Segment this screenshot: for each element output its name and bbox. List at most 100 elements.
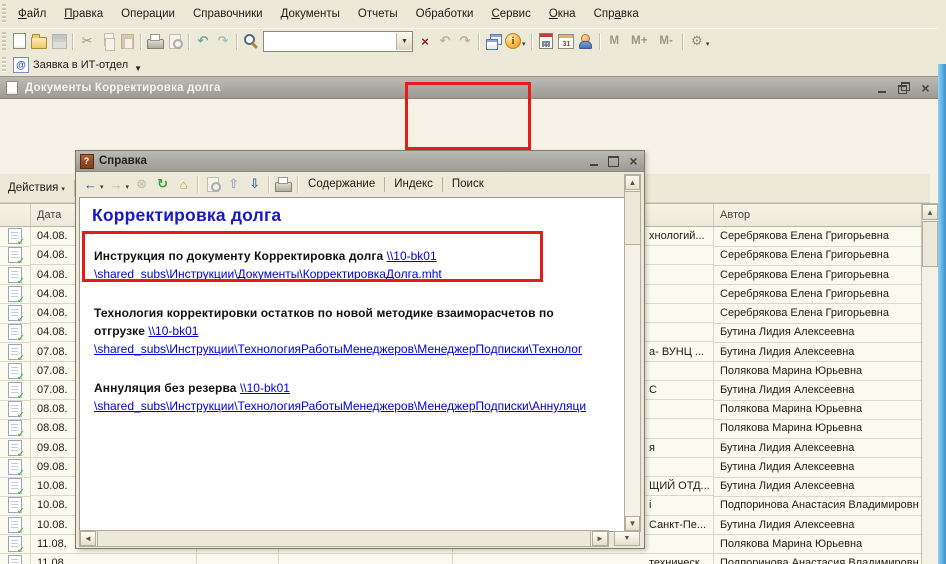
toolbar-grip[interactable] [2,57,6,73]
close-button[interactable] [917,80,934,95]
search-icon[interactable] [241,32,261,51]
window-edge [938,64,946,564]
help-entry-server-link[interactable]: \\10-bk01 [387,249,437,263]
refresh-icon[interactable]: ↻ [152,175,173,194]
restore-button[interactable] [895,80,912,95]
print-icon[interactable] [145,32,165,51]
prev-topic-icon[interactable]: ⇧ [223,175,244,194]
redo-icon[interactable]: ↷ [213,32,233,51]
separator [681,32,684,50]
undo-icon[interactable]: ↶ [193,32,213,51]
main-toolbar: ✂↶↷▼×↶↷▾MM+M-⚙▾ [0,28,938,54]
status-column-header[interactable] [0,204,31,226]
actions-button[interactable]: Действия ▾ [2,180,71,196]
menu-Правка[interactable]: Правка [55,5,112,23]
cut-icon[interactable]: ✂ [77,32,97,51]
clear-search-icon[interactable]: × [415,32,435,51]
scroll-right-icon[interactable]: ► [592,531,608,546]
paste-icon[interactable] [117,32,137,51]
menu-bar: Файл Правка Операции Справочники Документы От… [0,0,938,29]
minimize-button[interactable] [586,154,601,168]
table-vertical-scrollbar[interactable]: ▲ [921,204,938,564]
help-content: Корректировка долга Инструкция по докуме… [79,197,625,532]
column-header-author[interactable]: Автор [714,204,938,226]
cell-author: Подпоринова Анастасия Владимировн [714,495,938,517]
menu-Справка[interactable]: Справка [585,5,648,23]
help-entry-path-link[interactable]: \shared_subs\Инструкции\ТехнологияРаботы… [94,340,582,358]
calculator-icon[interactable] [536,32,556,51]
menu-Окна[interactable]: Окна [540,5,585,23]
user-permissions-icon[interactable] [576,32,596,51]
posted-doc-icon [8,478,25,496]
application-window: Файл Правка Операции Справочники Документы От… [0,0,946,564]
cell-author: Бутина Лидия Алексеевна [714,322,938,343]
dropdown-arrow-icon[interactable]: ▼ [396,32,412,50]
repeat-search-back-icon[interactable]: ↶ [435,32,455,51]
chevron-down-icon[interactable]: ▼ [134,64,142,73]
menu-Документы[interactable]: Документы [272,5,349,23]
tab-zayavka-it-otdel[interactable]: @ Заявка в ИТ-отдел ▼ [9,56,146,74]
toolbar-grip[interactable] [2,31,6,51]
scrollbar-thumb[interactable] [97,531,591,546]
help-entry-server-link[interactable]: \\10-bk01 [240,381,290,395]
next-topic-icon[interactable]: ⇩ [244,175,265,194]
calendar-icon[interactable] [556,32,576,51]
tab-label: Заявка в ИТ-отдел [33,59,129,71]
back-icon[interactable]: ← [80,175,101,194]
scrollbar-thumb[interactable] [625,191,640,245]
toolbar-grip[interactable] [2,4,6,24]
memory-subtract-button[interactable]: M- [653,33,678,49]
search-button[interactable]: Поиск [446,176,490,192]
help-vertical-scrollbar[interactable]: ▲ ▼ [624,174,641,532]
contents-button[interactable]: Содержание [302,176,381,192]
cell-author: Серебрякова Елена Григорьевна [714,226,938,247]
column-header-label: Дата [37,209,62,221]
posted-doc-icon [8,247,25,265]
help-horizontal-scrollbar[interactable]: ◄ ► [79,530,609,547]
scroll-up-icon[interactable]: ▲ [625,175,640,190]
memory-add-button[interactable]: M+ [625,33,653,49]
menu-Обработки[interactable]: Обработки [407,5,483,23]
cell-author: Бутина Лидия Алексеевна [714,476,938,497]
menu-Файл[interactable]: Файл [9,5,55,23]
repeat-search-icon[interactable]: ↷ [455,32,475,51]
copy-icon[interactable] [97,32,117,51]
index-button[interactable]: Индекс [388,176,439,192]
stop-icon[interactable]: ⊗ [131,175,152,194]
menu-Сервис[interactable]: Сервис [482,5,539,23]
scroll-down-icon[interactable]: ▼ [625,516,640,531]
help-entry-server-link[interactable]: \\10-bk01 [148,324,198,338]
save-icon[interactable] [49,32,69,51]
new-document-icon[interactable] [9,32,29,51]
doc-window-titlebar[interactable]: Документы Корректировка долга [0,77,938,99]
search-input[interactable] [264,32,396,50]
scrollbar-corner-button[interactable]: ▼ [614,531,640,546]
service-settings-icon[interactable]: ⚙ [687,32,707,51]
font-size-icon[interactable] [202,175,223,194]
home-icon[interactable]: ⌂ [173,175,194,194]
print-icon[interactable] [273,175,294,194]
memory-recall-button[interactable]: M [604,33,626,49]
help-entry-path-link[interactable]: \shared_subs\Инструкции\Документы\Коррек… [94,265,442,283]
table-row[interactable]: 11.08. техническ...Подпоринова Анастасия … [0,553,938,564]
menu-Справочники[interactable]: Справочники [184,5,272,23]
scrollbar-thumb[interactable] [922,221,938,267]
forward-icon[interactable]: → [106,175,127,194]
close-button[interactable] [626,154,641,168]
print-preview-icon[interactable] [165,32,185,51]
scroll-up-icon[interactable]: ▲ [922,204,938,220]
help-window-titlebar[interactable]: Справка [76,151,644,172]
window-list-icon[interactable] [483,32,503,51]
menu-Отчеты[interactable]: Отчеты [349,5,407,23]
maximize-button[interactable] [606,154,621,168]
scroll-left-icon[interactable]: ◄ [80,531,96,546]
posted-doc-icon [8,381,25,400]
menu-Операции[interactable]: Операции [112,5,184,23]
info-icon[interactable] [503,32,523,51]
posted-doc-icon [8,535,25,553]
separator [478,32,480,50]
open-icon[interactable] [29,32,49,51]
minimize-button[interactable] [873,80,890,95]
search-combobox[interactable]: ▼ [263,30,413,52]
help-entry-path-link[interactable]: \shared_subs\Инструкции\ТехнологияРаботы… [94,397,586,415]
